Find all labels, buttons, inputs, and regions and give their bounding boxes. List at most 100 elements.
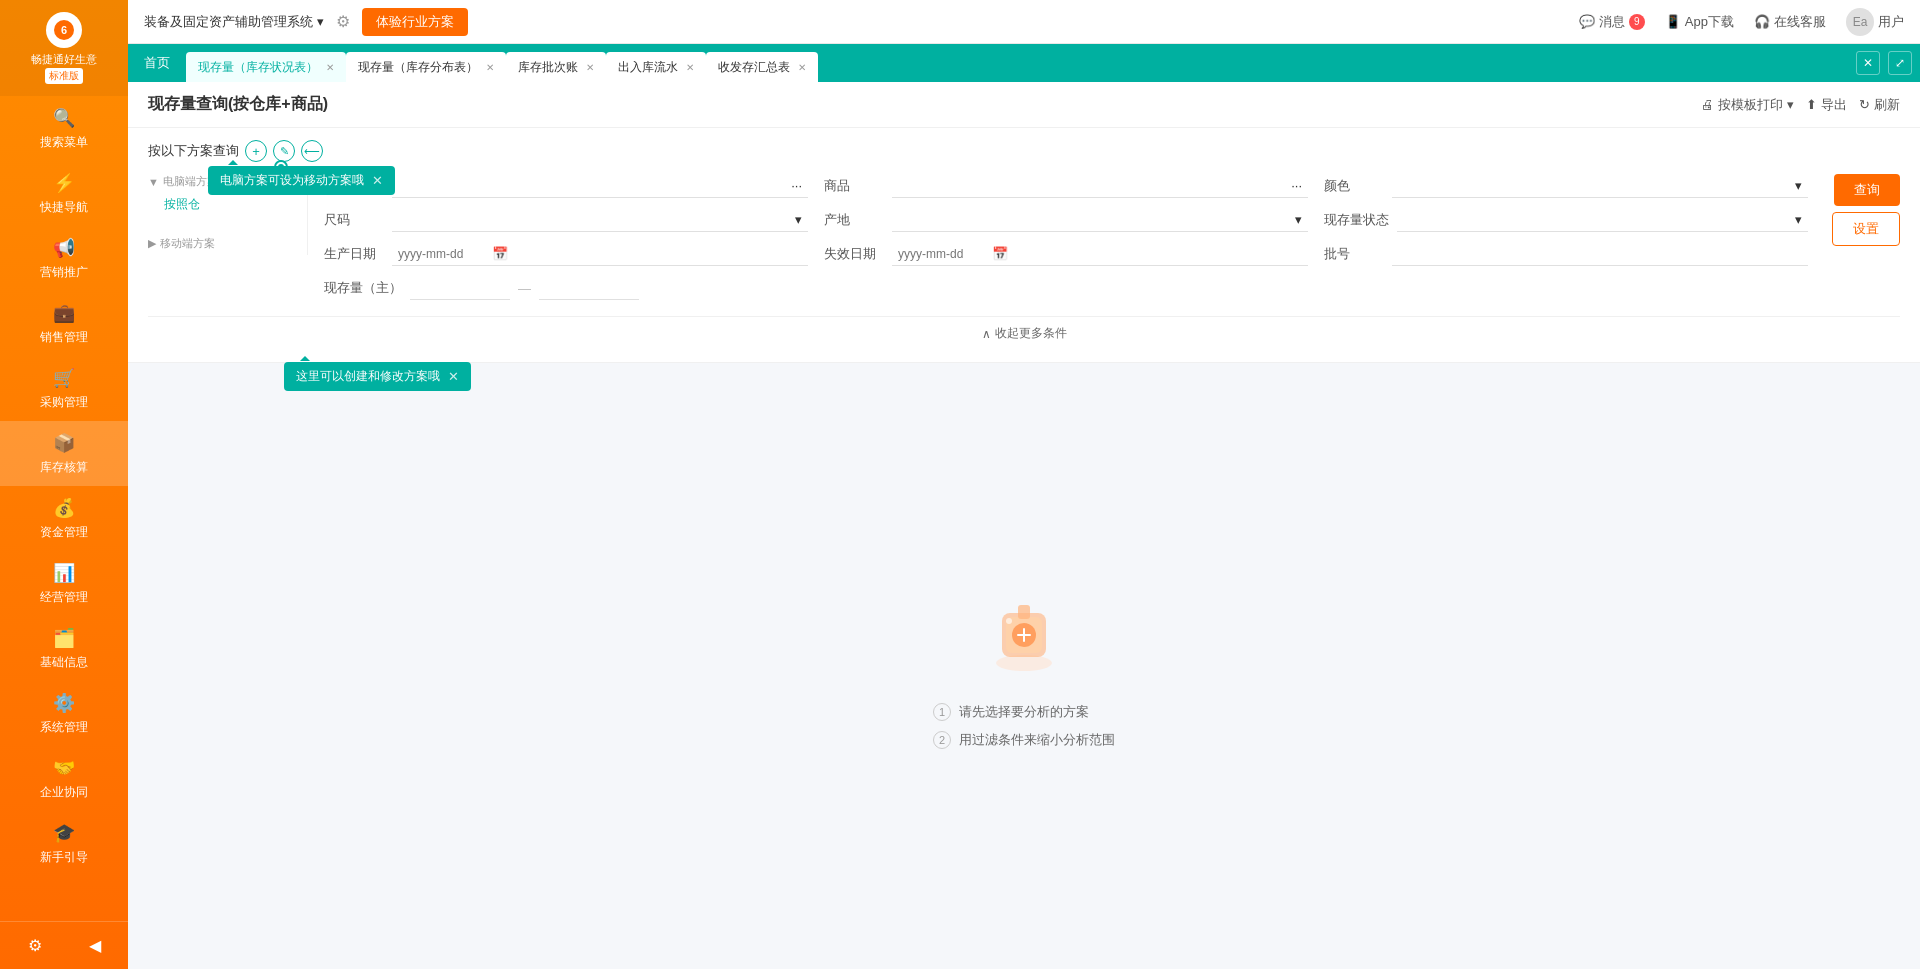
sidebar-item-search[interactable]: 🔍 搜索菜单 — [0, 96, 128, 161]
sidebar-item-finance[interactable]: 💰 资金管理 — [0, 486, 128, 551]
produce-date-label: 生产日期 — [324, 245, 384, 263]
tab-close-stock-status[interactable]: ✕ — [326, 62, 334, 73]
scheme-spacer — [148, 216, 299, 236]
produce-date-start[interactable] — [398, 247, 488, 261]
filter-field-stock-qty: 现存量（主） — — [324, 276, 639, 300]
calendar-icon-start[interactable]: 📅 — [492, 246, 508, 261]
top-header: 装备及固定资产辅助管理系统 ▾ ⚙ 体验行业方案 💬 消息 9 📱 App下载 … — [128, 0, 1920, 44]
stock-qty-start[interactable] — [410, 276, 510, 300]
desktop-scheme-arrow[interactable]: ▼ — [148, 176, 159, 188]
batch-input[interactable] — [1392, 242, 1808, 266]
step-2-text: 用过滤条件来缩小分析范围 — [959, 731, 1115, 749]
tab-close-batch-ledger[interactable]: ✕ — [586, 62, 594, 73]
search-icon: 🔍 — [52, 106, 76, 130]
warehouse-select[interactable]: ··· — [392, 174, 808, 198]
refresh-btn[interactable]: ↻ 刷新 — [1859, 96, 1900, 114]
tab-bar-end: ✕ ⤢ — [1856, 51, 1920, 75]
notification-btn[interactable]: 💬 消息 9 — [1579, 13, 1645, 31]
tab-close-stock-dist[interactable]: ✕ — [486, 62, 494, 73]
page-content: 现存量查询(按仓库+商品) 🖨 按模板打印 ▾ ⬆ 导出 ↻ 刷新 — [128, 82, 1920, 969]
app-download-btn[interactable]: 📱 App下载 — [1665, 13, 1734, 31]
tab-bar: 首页 现存量（库存状况表） ✕ 现存量（库存分布表） ✕ 库存批次账 ✕ 出入库… — [128, 44, 1920, 82]
sidebar: 6 畅捷通好生意 标准版 🔍 搜索菜单 ⚡ 快捷导航 📢 营销推广 💼 销售管理… — [0, 0, 128, 969]
filter-back-btn[interactable]: ⟵ — [301, 140, 323, 162]
top-header-left: 装备及固定资产辅助管理系统 ▾ ⚙ 体验行业方案 — [144, 8, 468, 36]
collapse-more-btn[interactable]: ∧ 收起更多条件 — [148, 316, 1900, 350]
empty-state: 1 请先选择要分析的方案 2 用过滤条件来缩小分析范围 — [128, 363, 1920, 969]
origin-select[interactable]: ▾ — [892, 208, 1308, 232]
sidebar-settings-btn[interactable]: ⚙ — [24, 932, 46, 959]
filter-add-btn[interactable]: + — [245, 140, 267, 162]
tab-stock-status[interactable]: 现存量（库存状况表） ✕ — [186, 52, 346, 82]
size-select[interactable]: ▾ — [392, 208, 808, 232]
step-num-2: 2 — [933, 731, 951, 749]
marketing-icon: 📢 — [52, 236, 76, 260]
mobile-scheme-arrow[interactable]: ▶ — [148, 237, 156, 250]
refresh-label: 刷新 — [1874, 96, 1900, 114]
tab-close-recv-summary[interactable]: ✕ — [798, 62, 806, 73]
sidebar-item-basic[interactable]: 🗂️ 基础信息 — [0, 616, 128, 681]
sidebar-item-label-search: 搜索菜单 — [40, 134, 88, 151]
color-select[interactable]: ▾ — [1392, 174, 1808, 198]
system-title: 装备及固定资产辅助管理系统 — [144, 13, 313, 31]
reset-btn[interactable]: 设置 — [1832, 212, 1900, 246]
sidebar-item-label-purchase: 采购管理 — [40, 394, 88, 411]
online-support-btn[interactable]: 🎧 在线客服 — [1754, 13, 1826, 31]
sidebar-item-system[interactable]: ⚙️ 系统管理 — [0, 681, 128, 746]
color-dropdown-icon: ▾ — [1795, 178, 1802, 193]
scheme-tooltip2-close[interactable]: ✕ — [448, 369, 459, 384]
stock-qty-end[interactable] — [539, 276, 639, 300]
calendar-icon-expire[interactable]: 📅 — [992, 246, 1008, 261]
headset-icon: 🎧 — [1754, 14, 1770, 29]
filter-actions: 查询 设置 — [1820, 174, 1900, 246]
filter-grid: 仓库 ··· 商品 ··· — [324, 174, 1808, 308]
tab-close-all-btn[interactable]: ✕ — [1856, 51, 1880, 75]
sidebar-item-sales[interactable]: 💼 销售管理 — [0, 291, 128, 356]
tab-inout-flow[interactable]: 出入库流水 ✕ — [606, 52, 706, 82]
page-header: 现存量查询(按仓库+商品) 🖨 按模板打印 ▾ ⬆ 导出 ↻ 刷新 — [128, 82, 1920, 128]
scheme-item-anjicang[interactable]: 按照仓 — [148, 193, 299, 216]
expire-date-start[interactable] — [898, 247, 988, 261]
filter-row-4: 现存量（主） — — [324, 276, 1808, 300]
sidebar-item-management[interactable]: 📊 经营管理 — [0, 551, 128, 616]
filter-field-produce-date: 生产日期 📅 — [324, 242, 808, 266]
tab-batch-ledger[interactable]: 库存批次账 ✕ — [506, 52, 606, 82]
product-select[interactable]: ··· — [892, 174, 1308, 198]
sidebar-item-inventory[interactable]: 📦 库存核算 — [0, 421, 128, 486]
settings-gear-btn[interactable]: ⚙ — [336, 12, 350, 31]
filter-label: 按以下方案查询 — [148, 142, 239, 160]
tab-home[interactable]: 首页 — [128, 44, 186, 82]
sidebar-item-quicknav[interactable]: ⚡ 快捷导航 — [0, 161, 128, 226]
product-label: 商品 — [824, 177, 884, 195]
tab-close-inout-flow[interactable]: ✕ — [686, 62, 694, 73]
export-icon: ⬆ — [1806, 97, 1817, 112]
filter-field-expire-date: 失效日期 📅 — [824, 242, 1308, 266]
filter-edit-btn[interactable]: ✎ — [273, 140, 295, 162]
sidebar-item-guide[interactable]: 🎓 新手引导 — [0, 811, 128, 876]
experience-btn[interactable]: 体验行业方案 — [362, 8, 468, 36]
tab-fullscreen-btn[interactable]: ⤢ — [1888, 51, 1912, 75]
finance-icon: 💰 — [52, 496, 76, 520]
sidebar-item-enterprise[interactable]: 🤝 企业协同 — [0, 746, 128, 811]
inventory-icon: 📦 — [52, 431, 76, 455]
user-profile-btn[interactable]: Ea 用户 — [1846, 8, 1904, 36]
stock-status-select[interactable]: ▾ — [1397, 208, 1808, 232]
batch-label: 批号 — [1324, 245, 1384, 263]
export-btn[interactable]: ⬆ 导出 — [1806, 96, 1847, 114]
sidebar-item-purchase[interactable]: 🛒 采购管理 — [0, 356, 128, 421]
tab-recv-summary[interactable]: 收发存汇总表 ✕ — [706, 52, 818, 82]
scheme-tooltip-close[interactable]: ✕ — [372, 173, 383, 188]
sidebar-collapse-btn[interactable]: ◀ — [85, 932, 105, 959]
empty-steps: 1 请先选择要分析的方案 2 用过滤条件来缩小分析范围 — [933, 703, 1115, 749]
filter-toolbar: + ✎ ⟵ — [245, 140, 323, 162]
sidebar-item-marketing[interactable]: 📢 营销推广 — [0, 226, 128, 291]
tab-stock-status-label: 现存量（库存状况表） — [198, 59, 318, 76]
tab-stock-dist[interactable]: 现存量（库存分布表） ✕ — [346, 52, 506, 82]
svg-rect-6 — [1018, 605, 1030, 619]
system-select[interactable]: 装备及固定资产辅助管理系统 ▾ — [144, 13, 324, 31]
notification-icon: 💬 — [1579, 14, 1595, 29]
filter-field-color: 颜色 ▾ — [1324, 174, 1808, 198]
print-btn[interactable]: 🖨 按模板打印 ▾ — [1701, 96, 1794, 114]
user-avatar-text: Ea — [1853, 15, 1868, 29]
query-btn[interactable]: 查询 — [1834, 174, 1900, 206]
